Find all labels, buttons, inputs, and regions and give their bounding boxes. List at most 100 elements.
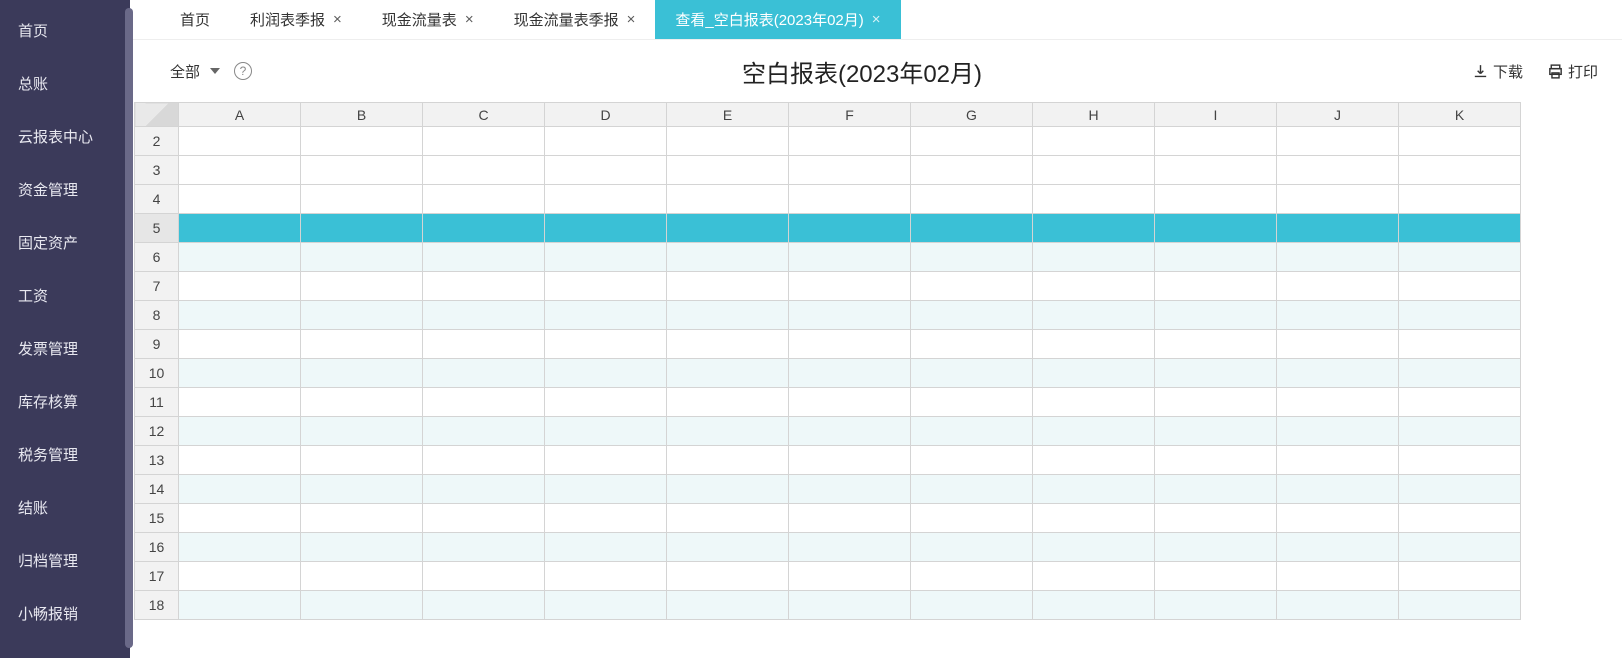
row-header-5[interactable]: 5 <box>135 214 179 243</box>
cell-F18[interactable] <box>789 591 911 620</box>
cell-K7[interactable] <box>1399 272 1521 301</box>
cell-G9[interactable] <box>911 330 1033 359</box>
cell-H8[interactable] <box>1033 301 1155 330</box>
cell-F14[interactable] <box>789 475 911 504</box>
row-header-11[interactable]: 11 <box>135 388 179 417</box>
sidebar-item-8[interactable]: 税务管理 <box>0 428 130 481</box>
cell-F3[interactable] <box>789 156 911 185</box>
cell-K18[interactable] <box>1399 591 1521 620</box>
col-header-I[interactable]: I <box>1155 103 1277 127</box>
cell-E3[interactable] <box>667 156 789 185</box>
tab-0[interactable]: 首页 <box>160 0 230 39</box>
row-header-17[interactable]: 17 <box>135 562 179 591</box>
cell-K5[interactable] <box>1399 214 1521 243</box>
cell-J6[interactable] <box>1277 243 1399 272</box>
cell-A16[interactable] <box>179 533 301 562</box>
sidebar-item-0[interactable]: 首页 <box>0 4 130 57</box>
cell-H3[interactable] <box>1033 156 1155 185</box>
cell-A4[interactable] <box>179 185 301 214</box>
cell-G15[interactable] <box>911 504 1033 533</box>
cell-J2[interactable] <box>1277 127 1399 156</box>
cell-E9[interactable] <box>667 330 789 359</box>
cell-A12[interactable] <box>179 417 301 446</box>
cell-I11[interactable] <box>1155 388 1277 417</box>
cell-H7[interactable] <box>1033 272 1155 301</box>
cell-I9[interactable] <box>1155 330 1277 359</box>
cell-A13[interactable] <box>179 446 301 475</box>
cell-I18[interactable] <box>1155 591 1277 620</box>
cell-D13[interactable] <box>545 446 667 475</box>
cell-K8[interactable] <box>1399 301 1521 330</box>
cell-B2[interactable] <box>301 127 423 156</box>
cell-I14[interactable] <box>1155 475 1277 504</box>
row-header-3[interactable]: 3 <box>135 156 179 185</box>
cell-G17[interactable] <box>911 562 1033 591</box>
row-header-10[interactable]: 10 <box>135 359 179 388</box>
sidebar-item-5[interactable]: 工资 <box>0 269 130 322</box>
cell-I8[interactable] <box>1155 301 1277 330</box>
cell-H5[interactable] <box>1033 214 1155 243</box>
cell-H17[interactable] <box>1033 562 1155 591</box>
cell-J5[interactable] <box>1277 214 1399 243</box>
cell-F10[interactable] <box>789 359 911 388</box>
cell-A10[interactable] <box>179 359 301 388</box>
print-button[interactable]: 打印 <box>1547 61 1598 82</box>
sidebar-item-2[interactable]: 云报表中心 <box>0 110 130 163</box>
cell-E15[interactable] <box>667 504 789 533</box>
cell-G7[interactable] <box>911 272 1033 301</box>
cell-G13[interactable] <box>911 446 1033 475</box>
cell-A2[interactable] <box>179 127 301 156</box>
spreadsheet[interactable]: ABCDEFGHIJK23456789101112131415161718 <box>130 102 1622 658</box>
close-icon[interactable]: × <box>872 11 881 28</box>
cell-K16[interactable] <box>1399 533 1521 562</box>
cell-C12[interactable] <box>423 417 545 446</box>
cell-A6[interactable] <box>179 243 301 272</box>
cell-B6[interactable] <box>301 243 423 272</box>
sidebar-item-3[interactable]: 资金管理 <box>0 163 130 216</box>
cell-E10[interactable] <box>667 359 789 388</box>
cell-H4[interactable] <box>1033 185 1155 214</box>
cell-B5[interactable] <box>301 214 423 243</box>
cell-G11[interactable] <box>911 388 1033 417</box>
cell-H10[interactable] <box>1033 359 1155 388</box>
cell-B13[interactable] <box>301 446 423 475</box>
cell-I4[interactable] <box>1155 185 1277 214</box>
cell-A15[interactable] <box>179 504 301 533</box>
cell-K11[interactable] <box>1399 388 1521 417</box>
cell-K2[interactable] <box>1399 127 1521 156</box>
cell-F17[interactable] <box>789 562 911 591</box>
cell-H2[interactable] <box>1033 127 1155 156</box>
cell-E7[interactable] <box>667 272 789 301</box>
cell-I6[interactable] <box>1155 243 1277 272</box>
row-header-16[interactable]: 16 <box>135 533 179 562</box>
row-header-15[interactable]: 15 <box>135 504 179 533</box>
cell-E12[interactable] <box>667 417 789 446</box>
cell-E2[interactable] <box>667 127 789 156</box>
row-header-18[interactable]: 18 <box>135 591 179 620</box>
row-header-6[interactable]: 6 <box>135 243 179 272</box>
cell-F12[interactable] <box>789 417 911 446</box>
cell-A9[interactable] <box>179 330 301 359</box>
cell-H6[interactable] <box>1033 243 1155 272</box>
cell-I3[interactable] <box>1155 156 1277 185</box>
cell-D17[interactable] <box>545 562 667 591</box>
row-header-7[interactable]: 7 <box>135 272 179 301</box>
cell-J16[interactable] <box>1277 533 1399 562</box>
cell-G4[interactable] <box>911 185 1033 214</box>
cell-D18[interactable] <box>545 591 667 620</box>
col-header-K[interactable]: K <box>1399 103 1521 127</box>
sidebar-item-9[interactable]: 结账 <box>0 481 130 534</box>
sidebar-item-1[interactable]: 总账 <box>0 57 130 110</box>
cell-E5[interactable] <box>667 214 789 243</box>
cell-C11[interactable] <box>423 388 545 417</box>
cell-C18[interactable] <box>423 591 545 620</box>
cell-G14[interactable] <box>911 475 1033 504</box>
cell-H16[interactable] <box>1033 533 1155 562</box>
row-header-9[interactable]: 9 <box>135 330 179 359</box>
cell-D11[interactable] <box>545 388 667 417</box>
cell-J9[interactable] <box>1277 330 1399 359</box>
cell-K12[interactable] <box>1399 417 1521 446</box>
cell-G12[interactable] <box>911 417 1033 446</box>
cell-H13[interactable] <box>1033 446 1155 475</box>
sidebar-item-6[interactable]: 发票管理 <box>0 322 130 375</box>
